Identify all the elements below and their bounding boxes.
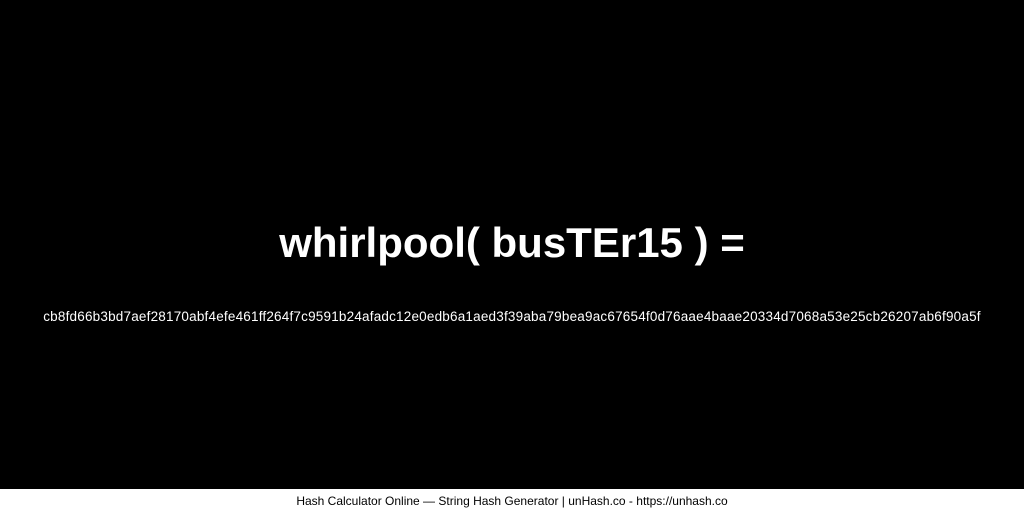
main-content: whirlpool( busTEr15 ) = cb8fd66b3bd7aef2…: [0, 0, 1024, 512]
hash-output: cb8fd66b3bd7aef28170abf4efe461ff264f7c95…: [43, 309, 981, 324]
footer: Hash Calculator Online — String Hash Gen…: [0, 489, 1024, 512]
footer-text: Hash Calculator Online — String Hash Gen…: [296, 494, 727, 508]
hash-expression: whirlpool( busTEr15 ) =: [279, 219, 745, 267]
